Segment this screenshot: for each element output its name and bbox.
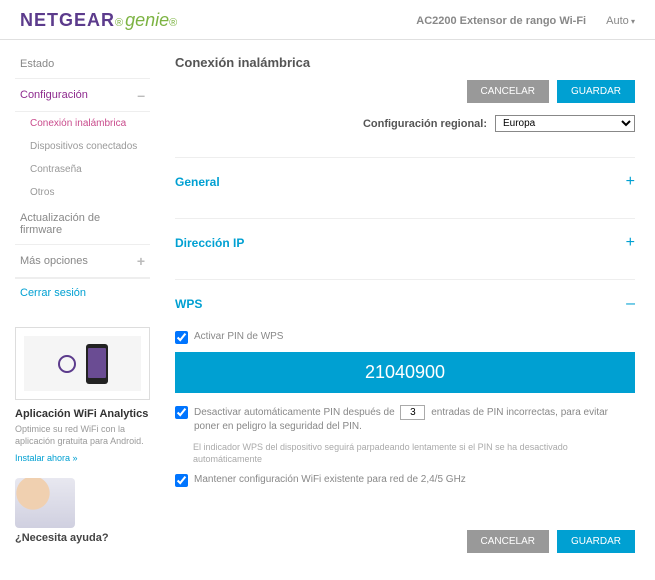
help-image <box>15 478 150 528</box>
plus-icon: + <box>626 173 635 191</box>
minus-icon: – <box>626 295 635 313</box>
nav-configuration[interactable]: Configuración– <box>15 79 150 112</box>
auto-dropdown[interactable]: Auto <box>606 15 635 27</box>
promo-title: Aplicación WiFi Analytics <box>15 408 150 420</box>
section-ip: Dirección IP + <box>175 218 635 279</box>
promo-image <box>24 336 141 391</box>
save-button-bottom[interactable]: GUARDAR <box>557 530 635 553</box>
auto-disable-pin-checkbox[interactable] <box>175 406 188 419</box>
nav-logout[interactable]: Cerrar sesión <box>15 278 150 307</box>
cancel-button[interactable]: CANCELAR <box>467 80 549 103</box>
keep-wifi-config-checkbox[interactable] <box>175 474 188 487</box>
pin-attempts-input[interactable] <box>400 405 425 420</box>
nav-firmware[interactable]: Actualización de firmware <box>15 204 150 245</box>
header: NETGEAR ® genie ® AC2200 Extensor de ran… <box>0 0 655 40</box>
logo-genie: genie <box>125 10 169 31</box>
section-general: General + <box>175 157 635 218</box>
promo-desc: Optimice su red WiFi con la aplicación g… <box>15 424 150 447</box>
region-label: Configuración regional: <box>363 118 487 130</box>
section-ip-header[interactable]: Dirección IP + <box>175 234 635 264</box>
section-wps: WPS – Activar PIN de WPS 21040900 Desact… <box>175 279 635 510</box>
device-name: AC2200 Extensor de rango Wi-Fi <box>416 15 586 27</box>
logo: NETGEAR ® genie ® <box>20 10 177 31</box>
enable-wps-pin-label: Activar PIN de WPS <box>194 330 283 344</box>
section-general-header[interactable]: General + <box>175 173 635 203</box>
phone-icon <box>86 344 108 384</box>
nav-more[interactable]: Más opciones+ <box>15 245 150 278</box>
nav-status[interactable]: Estado <box>15 50 150 79</box>
app-icon <box>58 355 76 373</box>
expand-icon: + <box>137 253 145 269</box>
nav-sub-wireless[interactable]: Conexión inalámbrica <box>15 112 150 135</box>
promo-link[interactable]: Instalar ahora » <box>15 453 150 463</box>
region-select[interactable]: Europa <box>495 115 635 132</box>
nav-sub-password[interactable]: Contraseña <box>15 158 150 181</box>
wps-pin-display: 21040900 <box>175 352 635 393</box>
enable-wps-pin-checkbox[interactable] <box>175 331 188 344</box>
page-title: Conexión inalámbrica <box>175 55 635 70</box>
nav-sub-devices[interactable]: Dispositivos conectados <box>15 135 150 158</box>
keep-wifi-config-label: Mantener configuración WiFi existente pa… <box>194 473 466 487</box>
nav-sub-others[interactable]: Otros <box>15 181 150 204</box>
collapse-icon: – <box>137 87 145 103</box>
promo-box <box>15 327 150 400</box>
plus-icon: + <box>626 234 635 252</box>
save-button[interactable]: GUARDAR <box>557 80 635 103</box>
sidebar: Estado Configuración– Conexión inalámbri… <box>0 40 155 580</box>
help-title: ¿Necesita ayuda? <box>15 532 150 544</box>
cancel-button-bottom[interactable]: CANCELAR <box>467 530 549 553</box>
auto-disable-note: El indicador WPS del dispositivo seguirá… <box>193 442 635 465</box>
logo-netgear: NETGEAR <box>20 10 115 31</box>
main-content: Conexión inalámbrica CANCELAR GUARDAR Co… <box>155 40 655 580</box>
section-wps-header[interactable]: WPS – <box>175 295 635 325</box>
